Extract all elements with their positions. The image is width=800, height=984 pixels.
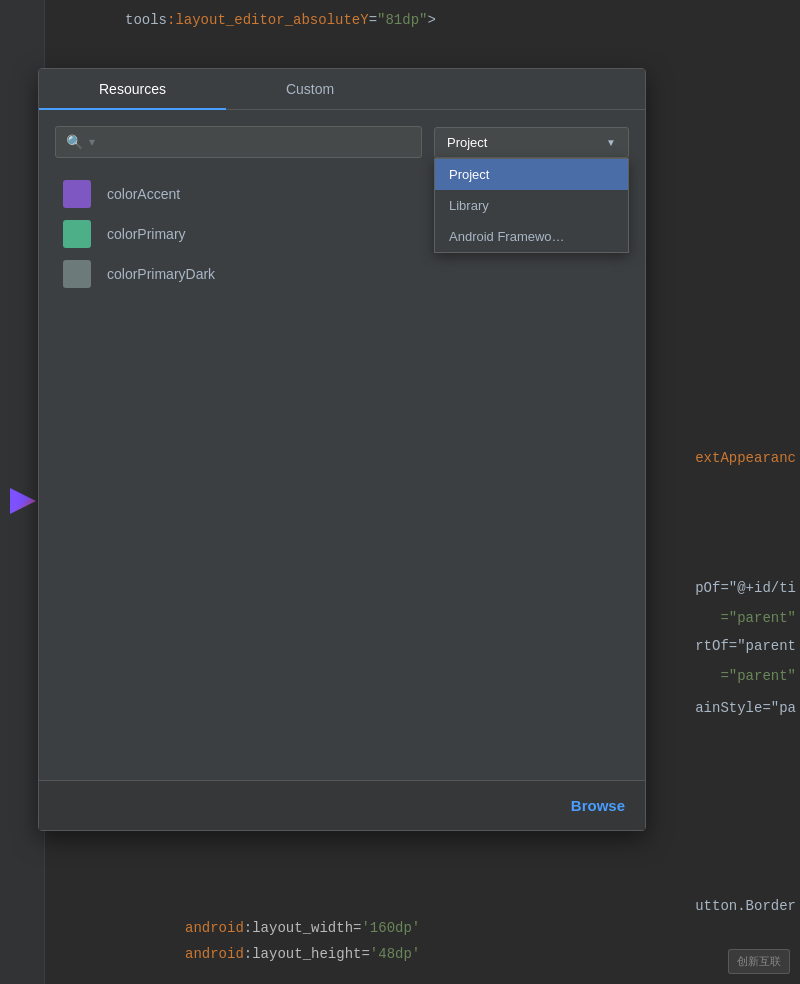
code-bottom-2: android:layout_width='160dp' (185, 920, 800, 936)
dialog-footer: Browse (39, 780, 645, 830)
resources-dialog: Resources Custom 🔍 ▾ Project ▼ (38, 68, 646, 831)
dropdown-item-project[interactable]: Project (435, 159, 628, 190)
code-fragment-4: rtOf="parent (695, 638, 800, 654)
code-fragment-1: extAppearanc (695, 450, 800, 466)
code-fragment-5: ="parent" (720, 668, 800, 684)
code-bottom-3: android:layout_height='48dp' (185, 946, 800, 962)
scope-selected-label: Project (447, 135, 487, 150)
controls-row: 🔍 ▾ Project ▼ Project Library (55, 126, 629, 158)
list-item[interactable]: colorPrimaryDark (55, 254, 629, 294)
code-line-top: tools:layout_editor_absoluteY="81dp"> (105, 12, 456, 28)
search-dropdown-arrow: ▾ (89, 135, 95, 149)
color-swatch-primary (63, 220, 91, 248)
dropdown-item-android-framework[interactable]: Android Framewo… (435, 221, 628, 252)
search-input[interactable] (101, 135, 411, 150)
kotlin-icon (10, 488, 36, 514)
code-fragment-2: pOf="@+id/ti (695, 580, 800, 596)
scope-dropdown-button[interactable]: Project ▼ (434, 127, 629, 158)
browse-button[interactable]: Browse (571, 797, 625, 814)
color-name-primary-dark: colorPrimaryDark (107, 266, 215, 282)
chevron-down-icon: ▼ (606, 137, 616, 148)
scope-dropdown-menu: Project Library Android Framewo… (434, 158, 629, 253)
color-name-accent: colorAccent (107, 186, 180, 202)
dialog-tabs: Resources Custom (39, 69, 645, 110)
code-fragment-6: ainStyle="pa (695, 700, 800, 716)
dropdown-item-library[interactable]: Library (435, 190, 628, 221)
tab-custom[interactable]: Custom (226, 69, 394, 109)
code-bottom-1: utton.Border (695, 898, 800, 914)
color-swatch-primary-dark (63, 260, 91, 288)
watermark: 创新互联 (728, 949, 790, 974)
dialog-body: 🔍 ▾ Project ▼ Project Library (39, 110, 645, 830)
color-name-primary: colorPrimary (107, 226, 186, 242)
code-fragment-3: ="parent" (720, 610, 800, 626)
tab-resources[interactable]: Resources (39, 69, 226, 109)
scope-dropdown-wrapper: Project ▼ Project Library Android Framew… (434, 127, 629, 158)
search-box[interactable]: 🔍 ▾ (55, 126, 422, 158)
search-icon: 🔍 (66, 134, 83, 150)
color-swatch-accent (63, 180, 91, 208)
